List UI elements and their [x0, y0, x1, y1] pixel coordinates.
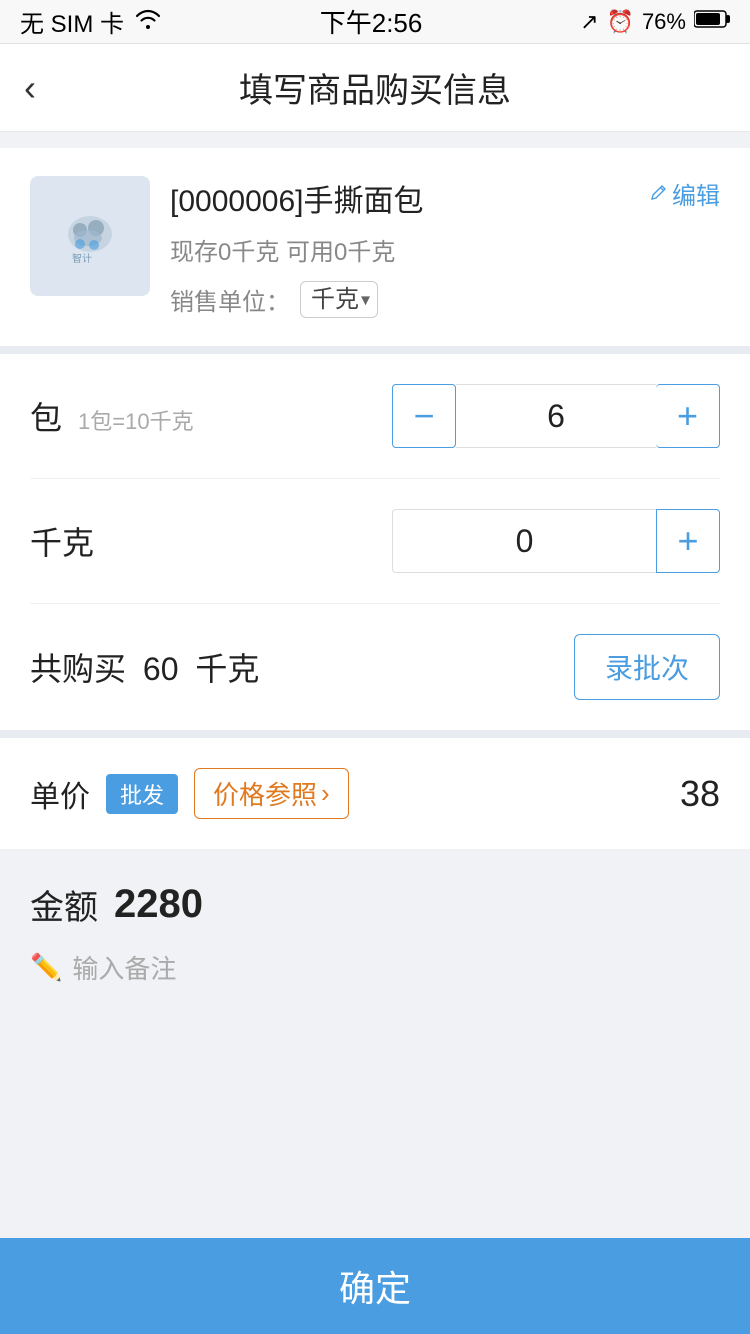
remark-placeholder: 输入备注	[72, 949, 176, 986]
amount-row: 金额 2280	[30, 880, 720, 929]
carrier-text: 无 SIM 卡	[20, 4, 124, 39]
status-bar: 无 SIM 卡 下午2:56 ↗ ⏰ 76%	[0, 0, 750, 44]
package-section: 包 1包=10千克 − +	[0, 354, 750, 479]
package-label: 包 1包=10千克	[30, 393, 194, 439]
pencil-icon: ✏️	[30, 952, 62, 983]
kg-qty-input[interactable]	[392, 509, 656, 573]
edit-label: 编辑	[672, 176, 720, 211]
nav-bar: ‹ 填写商品购买信息	[0, 44, 750, 132]
remark-row[interactable]: ✏️ 输入备注	[30, 949, 720, 986]
battery-icon	[694, 9, 730, 35]
kg-row: 千克 +	[30, 479, 720, 604]
package-plus-button[interactable]: +	[656, 384, 720, 448]
status-time: 下午2:56	[320, 3, 423, 40]
svg-text:智计: 智计	[72, 252, 92, 265]
batch-button[interactable]: 录批次	[574, 634, 720, 700]
nav-title: 填写商品购买信息	[239, 63, 511, 112]
product-stock: 现存0千克 可用0千克	[170, 232, 720, 267]
product-unit-row: 销售单位： 千克	[170, 281, 720, 318]
price-label: 单价	[30, 772, 90, 816]
amount-label: 金额	[30, 880, 98, 929]
product-code-name: [0000006]手撕面包	[170, 176, 720, 220]
summary-amount: 60	[143, 651, 179, 687]
amount-value: 2280	[114, 882, 203, 927]
kg-qty-control: +	[392, 509, 720, 573]
kg-section: 千克 +	[0, 479, 750, 604]
price-ref-label: 价格参照	[213, 775, 317, 812]
edit-link[interactable]: 编辑	[650, 176, 720, 211]
wifi-icon	[134, 7, 162, 36]
product-info: [0000006]手撕面包 现存0千克 可用0千克 销售单位： 千克	[170, 176, 720, 318]
price-value: 38	[680, 773, 720, 815]
kg-plus-button[interactable]: +	[656, 509, 720, 573]
kg-label: 千克	[30, 518, 94, 564]
status-right: ↗ ⏰ 76%	[580, 9, 730, 35]
unit-select-wrap[interactable]: 千克	[300, 281, 378, 318]
unit-label: 销售单位：	[170, 282, 290, 317]
product-card: 智计 [0000006]手撕面包 现存0千克 可用0千克 销售单位： 千克 编辑	[0, 148, 750, 354]
summary-text: 共购买 60 千克	[30, 644, 259, 690]
confirm-button[interactable]: 确定	[0, 1238, 750, 1334]
alarm-icon: ⏰	[607, 9, 634, 35]
unit-select[interactable]: 千克	[300, 281, 378, 318]
battery-text: 76%	[642, 9, 686, 35]
price-ref-button[interactable]: 价格参照 ›	[194, 768, 349, 819]
package-row: 包 1包=10千克 − +	[30, 354, 720, 479]
product-image: 智计	[30, 176, 150, 296]
location-icon: ↗	[580, 9, 598, 35]
back-button[interactable]: ‹	[24, 67, 36, 109]
package-qty-input[interactable]	[456, 384, 656, 448]
summary-row: 共购买 60 千克 录批次	[0, 604, 750, 738]
price-ref-arrow-icon: ›	[321, 778, 330, 809]
price-section: 单价 批发 价格参照 › 38	[0, 738, 750, 850]
package-hint: 1包=10千克	[78, 404, 194, 436]
amount-section: 金额 2280 ✏️ 输入备注	[0, 850, 750, 1016]
package-minus-button[interactable]: −	[392, 384, 456, 448]
status-left: 无 SIM 卡	[20, 4, 162, 39]
package-qty-control: − +	[392, 384, 720, 448]
price-tag: 批发	[106, 774, 178, 814]
